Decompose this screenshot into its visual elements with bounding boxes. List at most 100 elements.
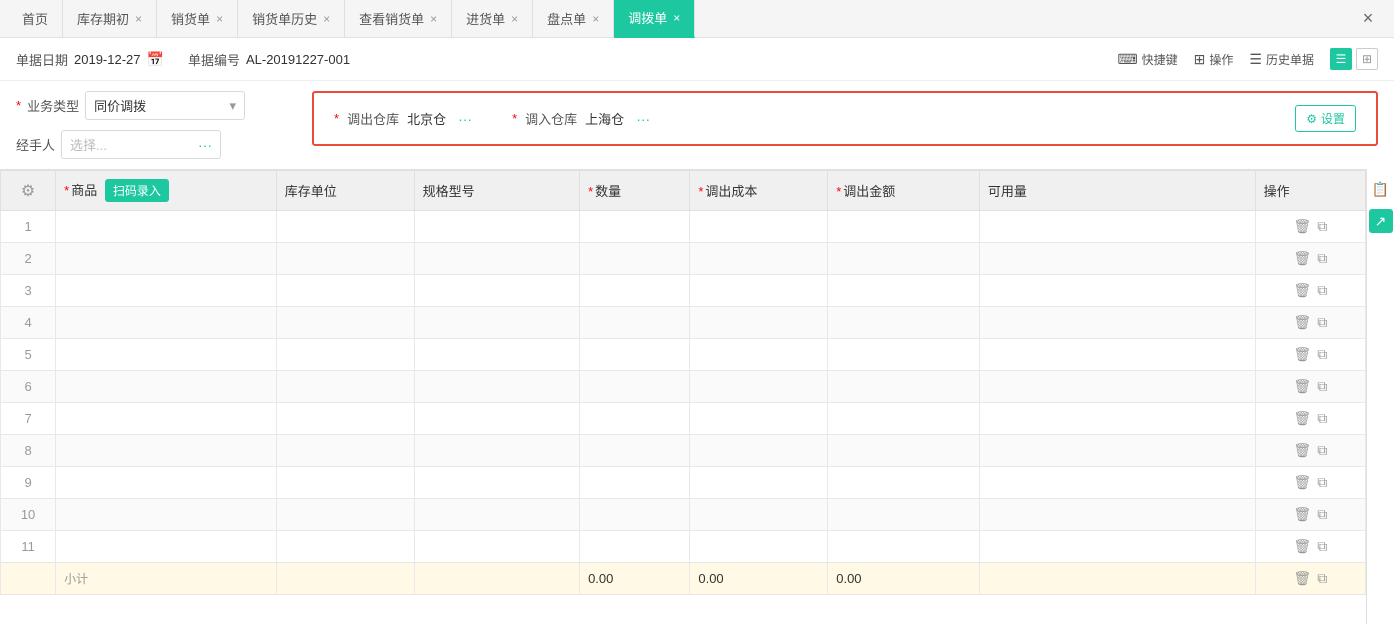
row-unit[interactable] <box>276 531 414 563</box>
row-avail[interactable] <box>979 339 1255 371</box>
layout-list-button[interactable]: ☰ <box>1330 48 1352 70</box>
row-cost[interactable] <box>690 307 828 339</box>
row-spec[interactable] <box>414 435 579 467</box>
row-avail[interactable] <box>979 531 1255 563</box>
row-cost[interactable] <box>690 211 828 243</box>
row-unit[interactable] <box>276 243 414 275</box>
subtotal-copy-icon[interactable]: ⧉ <box>1317 570 1327 587</box>
row-amount[interactable] <box>828 371 980 403</box>
tab-purchase[interactable]: 进货单 × <box>452 0 533 38</box>
row-cost[interactable] <box>690 467 828 499</box>
row-qty[interactable] <box>580 435 690 467</box>
delete-icon[interactable]: 🗑 <box>1293 250 1311 267</box>
row-avail[interactable] <box>979 275 1255 307</box>
dots-icon[interactable]: ··· <box>198 137 212 153</box>
row-qty[interactable] <box>580 275 690 307</box>
scan-button[interactable]: 扫码录入 <box>105 179 169 202</box>
row-avail[interactable] <box>979 211 1255 243</box>
row-goods[interactable] <box>56 403 277 435</box>
row-cost[interactable] <box>690 275 828 307</box>
row-spec[interactable] <box>414 275 579 307</box>
row-spec[interactable] <box>414 243 579 275</box>
row-cost[interactable] <box>690 243 828 275</box>
in-warehouse-dots[interactable]: ··· <box>636 111 650 127</box>
close-window-button[interactable]: × <box>1350 1 1386 37</box>
row-unit[interactable] <box>276 339 414 371</box>
layout-grid-button[interactable]: ⊞ <box>1356 48 1378 70</box>
row-goods[interactable] <box>56 371 277 403</box>
row-amount[interactable] <box>828 435 980 467</box>
row-goods[interactable] <box>56 467 277 499</box>
delete-icon[interactable]: 🗑 <box>1293 218 1311 235</box>
row-unit[interactable] <box>276 403 414 435</box>
row-cost[interactable] <box>690 435 828 467</box>
delete-icon[interactable]: 🗑 <box>1293 282 1311 299</box>
copy-icon[interactable]: ⧉ <box>1317 282 1327 299</box>
row-avail[interactable] <box>979 499 1255 531</box>
operation-button[interactable]: ⊞ 操作 <box>1194 51 1234 68</box>
biz-type-select[interactable]: 同价调拨 ▾ <box>85 91 245 120</box>
row-goods[interactable] <box>56 499 277 531</box>
row-cost[interactable] <box>690 531 828 563</box>
sidebar-export-icon[interactable]: ↗ <box>1369 209 1393 233</box>
delete-icon[interactable]: 🗑 <box>1293 314 1311 331</box>
row-goods[interactable] <box>56 531 277 563</box>
tab-close-view-sales[interactable]: × <box>430 12 437 26</box>
row-spec[interactable] <box>414 531 579 563</box>
delete-icon[interactable]: 🗑 <box>1293 378 1311 395</box>
row-amount[interactable] <box>828 531 980 563</box>
copy-icon[interactable]: ⧉ <box>1317 538 1327 555</box>
sidebar-note-icon[interactable]: 📋 <box>1369 177 1393 201</box>
copy-icon[interactable]: ⧉ <box>1317 250 1327 267</box>
tab-sales-history[interactable]: 销货单历史 × <box>238 0 345 38</box>
row-qty[interactable] <box>580 403 690 435</box>
delete-icon[interactable]: 🗑 <box>1293 538 1311 555</box>
row-spec[interactable] <box>414 339 579 371</box>
row-cost[interactable] <box>690 403 828 435</box>
settings-button[interactable]: ⚙ 设置 <box>1295 105 1356 132</box>
row-amount[interactable] <box>828 499 980 531</box>
out-warehouse-dots[interactable]: ··· <box>458 111 472 127</box>
shortcut-button[interactable]: ⌨ 快捷键 <box>1117 51 1177 68</box>
row-avail[interactable] <box>979 307 1255 339</box>
tab-close-inventory-check[interactable]: × <box>592 12 599 26</box>
row-unit[interactable] <box>276 371 414 403</box>
row-qty[interactable] <box>580 371 690 403</box>
tab-close-sales-history[interactable]: × <box>323 12 330 26</box>
row-cost[interactable] <box>690 371 828 403</box>
row-unit[interactable] <box>276 307 414 339</box>
row-spec[interactable] <box>414 467 579 499</box>
tab-transfer[interactable]: 调拨单 × <box>614 0 695 38</box>
tab-close-transfer[interactable]: × <box>673 11 680 25</box>
row-unit[interactable] <box>276 467 414 499</box>
row-avail[interactable] <box>979 435 1255 467</box>
history-button[interactable]: ☰ 历史单据 <box>1249 51 1314 68</box>
tab-inventory-check[interactable]: 盘点单 × <box>533 0 614 38</box>
row-qty[interactable] <box>580 467 690 499</box>
row-goods[interactable] <box>56 275 277 307</box>
row-goods[interactable] <box>56 307 277 339</box>
delete-icon[interactable]: 🗑 <box>1293 442 1311 459</box>
copy-icon[interactable]: ⧉ <box>1317 314 1327 331</box>
row-unit[interactable] <box>276 275 414 307</box>
row-amount[interactable] <box>828 211 980 243</box>
row-unit[interactable] <box>276 435 414 467</box>
row-amount[interactable] <box>828 275 980 307</box>
row-amount[interactable] <box>828 307 980 339</box>
row-unit[interactable] <box>276 211 414 243</box>
delete-icon[interactable]: 🗑 <box>1293 506 1311 523</box>
row-qty[interactable] <box>580 243 690 275</box>
row-cost[interactable] <box>690 339 828 371</box>
tab-close-purchase[interactable]: × <box>511 12 518 26</box>
copy-icon[interactable]: ⧉ <box>1317 218 1327 235</box>
row-qty[interactable] <box>580 211 690 243</box>
row-qty[interactable] <box>580 531 690 563</box>
row-spec[interactable] <box>414 211 579 243</box>
row-avail[interactable] <box>979 243 1255 275</box>
row-spec[interactable] <box>414 371 579 403</box>
tab-close-sales-order[interactable]: × <box>216 12 223 26</box>
row-amount[interactable] <box>828 467 980 499</box>
copy-icon[interactable]: ⧉ <box>1317 410 1327 427</box>
tab-inventory-init[interactable]: 库存期初 × <box>63 0 157 38</box>
copy-icon[interactable]: ⧉ <box>1317 506 1327 523</box>
